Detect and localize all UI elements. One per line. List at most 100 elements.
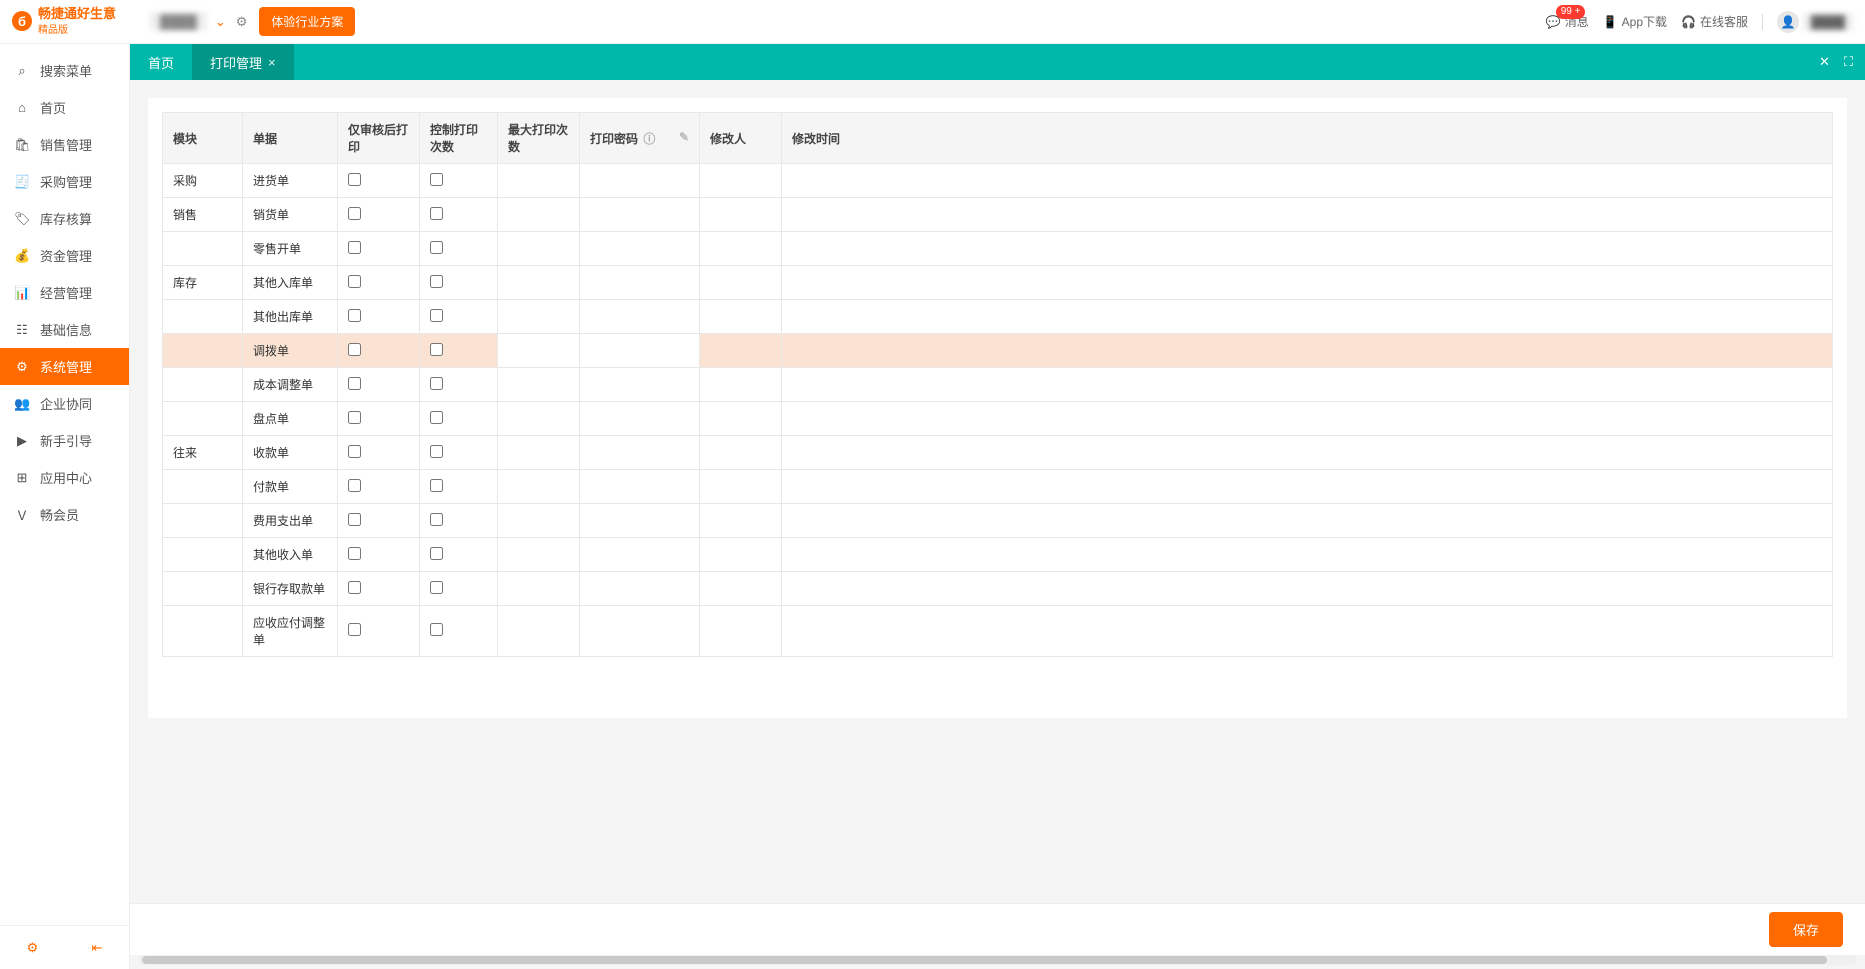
cell-max-times[interactable] <box>498 232 580 266</box>
cell-max-times[interactable] <box>498 572 580 606</box>
ctrl-times-checkbox[interactable] <box>430 513 443 526</box>
ctrl-times-checkbox[interactable] <box>430 309 443 322</box>
fullscreen-icon[interactable]: ⛶ <box>1844 54 1853 70</box>
sidebar-sales[interactable]: 🛍销售管理 <box>0 126 129 163</box>
cell-print-pw[interactable] <box>580 266 700 300</box>
table-row[interactable]: 付款单 <box>163 470 1833 504</box>
audit-print-checkbox[interactable] <box>348 479 361 492</box>
ctrl-times-checkbox[interactable] <box>430 623 443 636</box>
sidebar-base[interactable]: ☷基础信息 <box>0 311 129 348</box>
cell-max-times[interactable] <box>498 266 580 300</box>
org-selector[interactable]: ████ ⌄ <box>150 12 226 31</box>
audit-print-checkbox[interactable] <box>348 445 361 458</box>
tab-close-icon[interactable]: × <box>268 55 276 70</box>
sidebar-collab[interactable]: 👥企业协同 <box>0 385 129 422</box>
online-service-button[interactable]: 🎧 在线客服 <box>1681 13 1748 30</box>
sidebar-guide[interactable]: ▶新手引导 <box>0 422 129 459</box>
table-row[interactable]: 零售开单 <box>163 232 1833 266</box>
msg-button[interactable]: 💬 99 + 消息 <box>1546 13 1589 30</box>
audit-print-checkbox[interactable] <box>348 309 361 322</box>
gear-icon[interactable]: ⚙ <box>236 14 248 30</box>
cell-max-times[interactable] <box>498 436 580 470</box>
tab-home[interactable]: 首页 <box>130 44 192 80</box>
sidebar-ops[interactable]: 📊经营管理 <box>0 274 129 311</box>
audit-print-checkbox[interactable] <box>348 241 361 254</box>
table-row[interactable]: 库存其他入库单 <box>163 266 1833 300</box>
cell-max-times[interactable] <box>498 198 580 232</box>
ctrl-times-checkbox[interactable] <box>430 241 443 254</box>
edit-pw-icon[interactable]: ✎ <box>679 130 689 144</box>
cell-max-times[interactable] <box>498 470 580 504</box>
audit-print-checkbox[interactable] <box>348 173 361 186</box>
cell-print-pw[interactable] <box>580 402 700 436</box>
audit-print-checkbox[interactable] <box>348 207 361 220</box>
audit-print-checkbox[interactable] <box>348 275 361 288</box>
table-row[interactable]: 采购进货单 <box>163 164 1833 198</box>
audit-print-checkbox[interactable] <box>348 581 361 594</box>
table-row[interactable]: 往来收款单 <box>163 436 1833 470</box>
collapse-icon[interactable]: ⇤ <box>91 940 102 956</box>
close-all-tabs-icon[interactable]: ✕ <box>1819 54 1830 70</box>
ctrl-times-checkbox[interactable] <box>430 173 443 186</box>
ctrl-times-checkbox[interactable] <box>430 581 443 594</box>
settings-icon[interactable]: ⚙ <box>27 940 39 956</box>
cell-print-pw[interactable] <box>580 232 700 266</box>
table-row[interactable]: 其他收入单 <box>163 538 1833 572</box>
ctrl-times-checkbox[interactable] <box>430 411 443 424</box>
ctrl-times-checkbox[interactable] <box>430 343 443 356</box>
audit-print-checkbox[interactable] <box>348 547 361 560</box>
audit-print-checkbox[interactable] <box>348 513 361 526</box>
cell-print-pw[interactable] <box>580 334 700 368</box>
cell-max-times[interactable] <box>498 334 580 368</box>
scrollbar-thumb[interactable] <box>142 956 1827 964</box>
ctrl-times-checkbox[interactable] <box>430 445 443 458</box>
cell-print-pw[interactable] <box>580 606 700 657</box>
horizontal-scrollbar[interactable] <box>138 955 1857 965</box>
sidebar-apps[interactable]: ⊞应用中心 <box>0 459 129 496</box>
ctrl-times-checkbox[interactable] <box>430 547 443 560</box>
cell-max-times[interactable] <box>498 300 580 334</box>
ctrl-times-checkbox[interactable] <box>430 275 443 288</box>
cell-print-pw[interactable] <box>580 470 700 504</box>
help-icon[interactable]: ⓘ <box>643 132 655 146</box>
cell-print-pw[interactable] <box>580 572 700 606</box>
cell-max-times[interactable] <box>498 538 580 572</box>
cell-print-pw[interactable] <box>580 538 700 572</box>
cell-print-pw[interactable] <box>580 436 700 470</box>
cell-print-pw[interactable] <box>580 164 700 198</box>
ctrl-times-checkbox[interactable] <box>430 207 443 220</box>
table-row[interactable]: 其他出库单 <box>163 300 1833 334</box>
sidebar-system[interactable]: ⚙系统管理 <box>0 348 129 385</box>
audit-print-checkbox[interactable] <box>348 623 361 636</box>
table-row[interactable]: 盘点单 <box>163 402 1833 436</box>
promo-button[interactable]: 体验行业方案 <box>259 7 355 36</box>
table-row[interactable]: 成本调整单 <box>163 368 1833 402</box>
cell-print-pw[interactable] <box>580 198 700 232</box>
sidebar-home[interactable]: ⌂首页 <box>0 89 129 126</box>
cell-max-times[interactable] <box>498 402 580 436</box>
audit-print-checkbox[interactable] <box>348 377 361 390</box>
sidebar-inventory[interactable]: 🏷库存核算 <box>0 200 129 237</box>
table-row[interactable]: 银行存取款单 <box>163 572 1833 606</box>
ctrl-times-checkbox[interactable] <box>430 377 443 390</box>
audit-print-checkbox[interactable] <box>348 343 361 356</box>
app-download-button[interactable]: 📱 App下载 <box>1603 13 1667 30</box>
table-row[interactable]: 费用支出单 <box>163 504 1833 538</box>
ctrl-times-checkbox[interactable] <box>430 479 443 492</box>
sidebar-funds[interactable]: 💰资金管理 <box>0 237 129 274</box>
audit-print-checkbox[interactable] <box>348 411 361 424</box>
sidebar-purchase[interactable]: 🧾采购管理 <box>0 163 129 200</box>
cell-print-pw[interactable] <box>580 300 700 334</box>
cell-max-times[interactable] <box>498 164 580 198</box>
sidebar-search[interactable]: ⌕搜索菜单 <box>0 52 129 89</box>
cell-max-times[interactable] <box>498 606 580 657</box>
cell-max-times[interactable] <box>498 504 580 538</box>
tab-print-mgmt[interactable]: 打印管理× <box>192 44 294 80</box>
table-row[interactable]: 调拨单 <box>163 334 1833 368</box>
sidebar-vip[interactable]: Ｖ畅会员 <box>0 496 129 533</box>
table-row[interactable]: 销售销货单 <box>163 198 1833 232</box>
cell-print-pw[interactable] <box>580 504 700 538</box>
table-row[interactable]: 应收应付调整单 <box>163 606 1833 657</box>
save-button[interactable]: 保存 <box>1769 912 1843 947</box>
user-menu[interactable]: 👤 ████ <box>1777 11 1853 33</box>
